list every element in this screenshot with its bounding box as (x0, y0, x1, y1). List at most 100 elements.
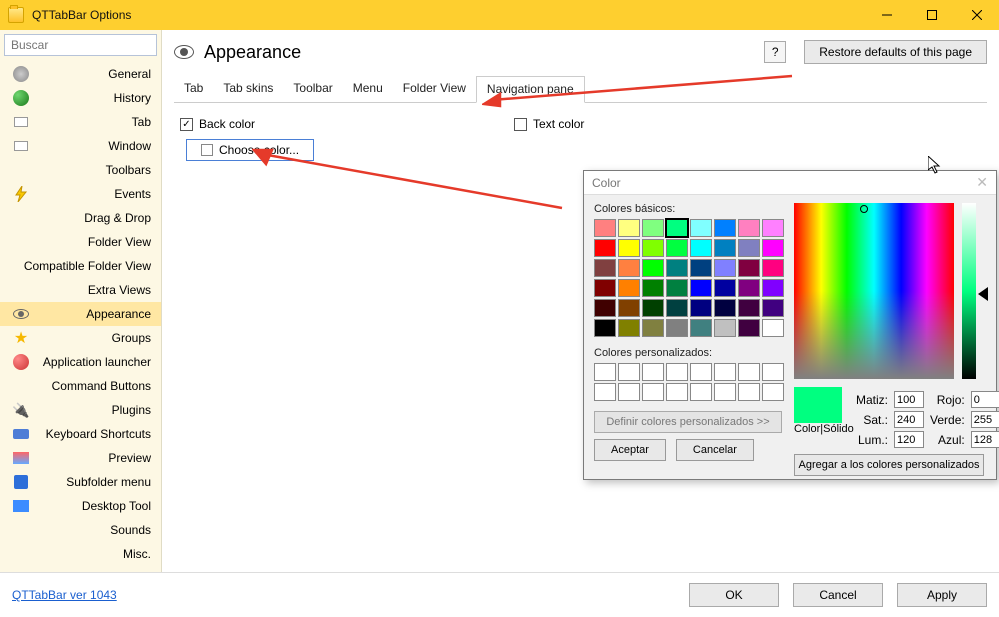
sidebar-item-groups[interactable]: ★Groups (0, 326, 161, 350)
basic-color-swatch[interactable] (618, 239, 640, 257)
custom-color-swatch[interactable] (738, 383, 760, 401)
basic-color-swatch[interactable] (738, 319, 760, 337)
basic-color-swatch[interactable] (714, 319, 736, 337)
basic-color-swatch[interactable] (762, 239, 784, 257)
tab-toolbar[interactable]: Toolbar (283, 76, 342, 102)
sidebar-item-compatible-folder-view[interactable]: Compatible Folder View (0, 254, 161, 278)
basic-color-swatch[interactable] (642, 319, 664, 337)
basic-color-swatch[interactable] (642, 279, 664, 297)
hue-input[interactable] (894, 391, 924, 408)
add-to-custom-button[interactable]: Agregar a los colores personalizados (794, 454, 984, 476)
sidebar-item-command-buttons[interactable]: Command Buttons (0, 374, 161, 398)
basic-color-swatch[interactable] (738, 299, 760, 317)
sidebar-item-events[interactable]: Events (0, 182, 161, 206)
basic-color-swatch[interactable] (762, 319, 784, 337)
basic-color-swatch[interactable] (594, 319, 616, 337)
custom-color-swatch[interactable] (618, 383, 640, 401)
sidebar-item-preview[interactable]: Preview (0, 446, 161, 470)
basic-color-swatch[interactable] (714, 259, 736, 277)
basic-color-swatch[interactable] (594, 299, 616, 317)
custom-color-swatch[interactable] (690, 383, 712, 401)
custom-color-swatch[interactable] (642, 363, 664, 381)
basic-color-swatch[interactable] (618, 319, 640, 337)
maximize-button[interactable] (909, 0, 954, 30)
basic-color-swatch[interactable] (594, 279, 616, 297)
tab-tab[interactable]: Tab (174, 76, 213, 102)
basic-color-swatch[interactable] (738, 279, 760, 297)
custom-color-swatch[interactable] (594, 383, 616, 401)
basic-color-swatch[interactable] (666, 279, 688, 297)
basic-color-swatch[interactable] (666, 299, 688, 317)
sidebar-item-keyboard-shortcuts[interactable]: Keyboard Shortcuts (0, 422, 161, 446)
basic-color-swatch[interactable] (762, 279, 784, 297)
basic-color-swatch[interactable] (690, 279, 712, 297)
custom-color-swatch[interactable] (666, 383, 688, 401)
basic-color-swatch[interactable] (642, 239, 664, 257)
sidebar-item-misc-[interactable]: Misc. (0, 542, 161, 566)
close-button[interactable] (954, 0, 999, 30)
basic-color-swatch[interactable] (690, 219, 712, 237)
custom-color-swatch[interactable] (714, 363, 736, 381)
lum-input[interactable] (894, 431, 924, 448)
green-input[interactable] (971, 411, 999, 428)
sidebar-item-desktop-tool[interactable]: Desktop Tool (0, 494, 161, 518)
basic-color-swatch[interactable] (618, 259, 640, 277)
basic-color-swatch[interactable] (690, 299, 712, 317)
tab-folder-view[interactable]: Folder View (393, 76, 476, 102)
basic-color-swatch[interactable] (762, 299, 784, 317)
basic-color-swatch[interactable] (666, 219, 688, 237)
basic-color-swatch[interactable] (690, 259, 712, 277)
luminosity-bar[interactable] (962, 203, 976, 379)
basic-color-swatch[interactable] (666, 239, 688, 257)
custom-color-swatch[interactable] (618, 363, 640, 381)
basic-color-swatch[interactable] (714, 239, 736, 257)
custom-color-swatch[interactable] (690, 363, 712, 381)
blue-input[interactable] (971, 431, 999, 448)
sidebar-item-subfolder-menu[interactable]: Subfolder menu (0, 470, 161, 494)
basic-color-swatch[interactable] (594, 239, 616, 257)
color-gradient-picker[interactable] (794, 203, 954, 379)
color-dialog-close-icon[interactable]: ✕ (976, 174, 988, 191)
color-ok-button[interactable]: Aceptar (594, 439, 666, 461)
sidebar-item-plugins[interactable]: 🔌Plugins (0, 398, 161, 422)
apply-button[interactable]: Apply (897, 583, 987, 607)
sidebar-item-drag-drop[interactable]: Drag & Drop (0, 206, 161, 230)
sidebar-item-window[interactable]: Window (0, 134, 161, 158)
sat-input[interactable] (894, 411, 924, 428)
version-link[interactable]: QTTabBar ver 1043 (12, 588, 117, 602)
define-custom-colors-button[interactable]: Definir colores personalizados >> (594, 411, 782, 433)
custom-color-swatch[interactable] (642, 383, 664, 401)
cancel-button[interactable]: Cancel (793, 583, 883, 607)
custom-color-swatch[interactable] (762, 363, 784, 381)
custom-color-swatch[interactable] (738, 363, 760, 381)
back-color-checkbox[interactable]: ✓ Back color (180, 117, 314, 131)
basic-color-swatch[interactable] (762, 259, 784, 277)
custom-color-swatch[interactable] (594, 363, 616, 381)
basic-color-swatch[interactable] (594, 259, 616, 277)
basic-color-swatch[interactable] (738, 239, 760, 257)
sidebar-item-sounds[interactable]: Sounds (0, 518, 161, 542)
basic-color-swatch[interactable] (690, 319, 712, 337)
basic-color-swatch[interactable] (618, 279, 640, 297)
basic-color-swatch[interactable] (738, 259, 760, 277)
basic-color-swatch[interactable] (666, 319, 688, 337)
sidebar-item-appearance[interactable]: Appearance (0, 302, 161, 326)
color-cancel-button[interactable]: Cancelar (676, 439, 754, 461)
tab-menu[interactable]: Menu (343, 76, 393, 102)
basic-color-swatch[interactable] (618, 219, 640, 237)
basic-color-swatch[interactable] (666, 259, 688, 277)
basic-color-swatch[interactable] (762, 219, 784, 237)
sidebar-item-toolbars[interactable]: Toolbars (0, 158, 161, 182)
red-input[interactable] (971, 391, 999, 408)
sidebar-item-extra-views[interactable]: Extra Views (0, 278, 161, 302)
ok-button[interactable]: OK (689, 583, 779, 607)
help-button[interactable]: ? (764, 41, 786, 63)
basic-color-swatch[interactable] (642, 259, 664, 277)
basic-color-swatch[interactable] (714, 279, 736, 297)
minimize-button[interactable] (864, 0, 909, 30)
sidebar-item-tab[interactable]: Tab (0, 110, 161, 134)
restore-defaults-button[interactable]: Restore defaults of this page (804, 40, 987, 64)
basic-color-swatch[interactable] (690, 239, 712, 257)
tab-tab-skins[interactable]: Tab skins (213, 76, 283, 102)
basic-color-swatch[interactable] (714, 219, 736, 237)
